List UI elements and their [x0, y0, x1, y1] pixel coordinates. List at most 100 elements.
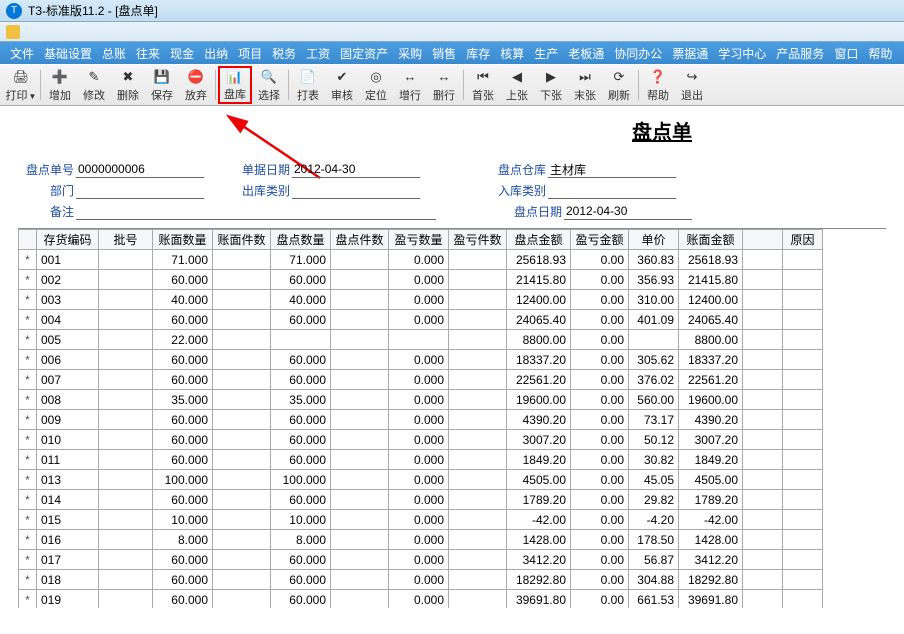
col-header[interactable]: 盈亏金额 [571, 230, 629, 250]
menu-生产[interactable]: 生产 [534, 45, 558, 62]
menu-票据通[interactable]: 票据通 [672, 45, 708, 62]
menu-项目[interactable]: 项目 [238, 45, 262, 62]
col-header[interactable]: 盘点数量 [271, 230, 331, 250]
帮助-icon: ❓ [649, 68, 667, 86]
col-header[interactable]: 盈亏数量 [389, 230, 449, 250]
remark-input[interactable] [76, 204, 436, 220]
table-row[interactable]: *00760.00060.0000.00022561.200.00376.022… [19, 370, 823, 390]
window-title: T3-标准版11.2 - [盘点单] [28, 2, 158, 19]
table-row[interactable]: *00960.00060.0000.0004390.200.0073.17439… [19, 410, 823, 430]
menu-学习中心[interactable]: 学习中心 [718, 45, 766, 62]
col-header[interactable] [19, 230, 37, 250]
tbtn-末张[interactable]: ⏭末张 [568, 66, 602, 104]
menu-协同办公[interactable]: 协同办公 [614, 45, 662, 62]
table-row[interactable]: *00835.00035.0000.00019600.000.00560.001… [19, 390, 823, 410]
intype-input[interactable] [548, 183, 676, 199]
tbtn-盘库[interactable]: 📊盘库 [218, 66, 252, 104]
menu-税务[interactable]: 税务 [272, 45, 296, 62]
titlebar: T T3-标准版11.2 - [盘点单] [0, 0, 904, 22]
remark-label: 备注 [18, 203, 74, 220]
col-header[interactable]: 账面数量 [153, 230, 213, 250]
col-header[interactable]: 账面件数 [213, 230, 271, 250]
盘库-icon: 📊 [226, 68, 244, 85]
docno-input[interactable] [76, 162, 204, 178]
countdate-input[interactable] [564, 204, 692, 220]
menu-窗口[interactable]: 窗口 [834, 45, 858, 62]
menu-往来[interactable]: 往来 [136, 45, 160, 62]
table-row[interactable]: *00260.00060.0000.00021415.800.00356.932… [19, 270, 823, 290]
tbtn-删除[interactable]: ✖删除 [111, 66, 145, 104]
col-header[interactable]: 盘点件数 [331, 230, 389, 250]
刷新-icon: ⟳ [610, 68, 628, 86]
tbtn-定位[interactable]: ◎定位 [359, 66, 393, 104]
warehouse-input[interactable] [548, 162, 676, 178]
col-header[interactable] [743, 230, 783, 250]
doc-icon [6, 25, 20, 39]
table-row[interactable]: *013100.000100.0000.0004505.000.0045.054… [19, 470, 823, 490]
billdate-input[interactable] [292, 162, 420, 178]
menu-核算[interactable]: 核算 [500, 45, 524, 62]
table-row[interactable]: *01510.00010.0000.000-42.000.00-4.20-42.… [19, 510, 823, 530]
tbtn-帮助[interactable]: ❓帮助 [641, 66, 675, 104]
menu-出纳[interactable]: 出纳 [204, 45, 228, 62]
tbtn-上张[interactable]: ◀上张 [500, 66, 534, 104]
tbtn-增行[interactable]: ↔增行 [393, 66, 427, 104]
menu-工资[interactable]: 工资 [306, 45, 330, 62]
table-wrap[interactable]: 存货编码批号账面数量账面件数盘点数量盘点件数盈亏数量盈亏件数盘点金额盈亏金额单价… [18, 228, 886, 608]
tbtn-保存[interactable]: 💾保存 [145, 66, 179, 104]
menu-固定资产[interactable]: 固定资产 [340, 45, 388, 62]
tbtn-删行[interactable]: ↔删行 [427, 66, 461, 104]
menu-老板通[interactable]: 老板通 [568, 45, 604, 62]
outtype-label: 出库类别 [234, 182, 290, 199]
table-row[interactable]: *00340.00040.0000.00012400.000.00310.001… [19, 290, 823, 310]
table-row[interactable]: *01160.00060.0000.0001849.200.0030.82184… [19, 450, 823, 470]
tbtn-选择[interactable]: 🔍选择 [252, 66, 286, 104]
table-body: *00171.00071.0000.00025618.930.00360.832… [19, 250, 823, 609]
定位-icon: ◎ [367, 68, 385, 86]
menu-文件[interactable]: 文件 [10, 45, 34, 62]
col-header[interactable]: 账面金额 [679, 230, 743, 250]
tbtn-下张[interactable]: ▶下张 [534, 66, 568, 104]
增行-icon: ↔ [401, 68, 419, 86]
tbtn-首张[interactable]: ⏮首张 [466, 66, 500, 104]
放弃-icon: ⛔ [187, 68, 205, 86]
保存-icon: 💾 [153, 68, 171, 86]
table-row[interactable]: *00460.00060.0000.00024065.400.00401.092… [19, 310, 823, 330]
col-header[interactable]: 原因 [783, 230, 823, 250]
table-row[interactable]: *00522.0008800.000.008800.00 [19, 330, 823, 350]
menu-基础设置[interactable]: 基础设置 [44, 45, 92, 62]
dept-input[interactable] [76, 183, 204, 199]
table-row[interactable]: *01460.00060.0000.0001789.200.0029.82178… [19, 490, 823, 510]
col-header[interactable]: 存货编码 [37, 230, 99, 250]
menu-库存[interactable]: 库存 [466, 45, 490, 62]
subbar [0, 22, 904, 42]
tbtn-刷新[interactable]: ⟳刷新 [602, 66, 636, 104]
col-header[interactable]: 批号 [99, 230, 153, 250]
tbtn-审核[interactable]: ✔审核 [325, 66, 359, 104]
tbtn-打表[interactable]: 📄打表 [291, 66, 325, 104]
menu-采购[interactable]: 采购 [398, 45, 422, 62]
table-row[interactable]: *01760.00060.0000.0003412.200.0056.87341… [19, 550, 823, 570]
table-row[interactable]: *01860.00060.0000.00018292.800.00304.881… [19, 570, 823, 590]
tbtn-打印[interactable]: 🖨打印▼ [4, 66, 38, 104]
outtype-input[interactable] [292, 183, 420, 199]
col-header[interactable]: 盘点金额 [507, 230, 571, 250]
menu-产品服务[interactable]: 产品服务 [776, 45, 824, 62]
app-icon: T [6, 3, 22, 19]
table-row[interactable]: *0168.0008.0000.0001428.000.00178.501428… [19, 530, 823, 550]
tbtn-放弃[interactable]: ⛔放弃 [179, 66, 213, 104]
tbtn-增加[interactable]: ➕增加 [43, 66, 77, 104]
table-row[interactable]: *01960.00060.0000.00039691.800.00661.533… [19, 590, 823, 609]
countdate-label: 盘点日期 [506, 203, 562, 220]
menu-帮助[interactable]: 帮助 [868, 45, 892, 62]
menu-总账[interactable]: 总账 [102, 45, 126, 62]
col-header[interactable]: 盈亏件数 [449, 230, 507, 250]
tbtn-修改[interactable]: ✎修改 [77, 66, 111, 104]
table-row[interactable]: *00660.00060.0000.00018337.200.00305.621… [19, 350, 823, 370]
col-header[interactable]: 单价 [629, 230, 679, 250]
menu-销售[interactable]: 销售 [432, 45, 456, 62]
table-row[interactable]: *01060.00060.0000.0003007.200.0050.12300… [19, 430, 823, 450]
tbtn-退出[interactable]: ↪退出 [675, 66, 709, 104]
menu-现金[interactable]: 现金 [170, 45, 194, 62]
table-row[interactable]: *00171.00071.0000.00025618.930.00360.832… [19, 250, 823, 270]
